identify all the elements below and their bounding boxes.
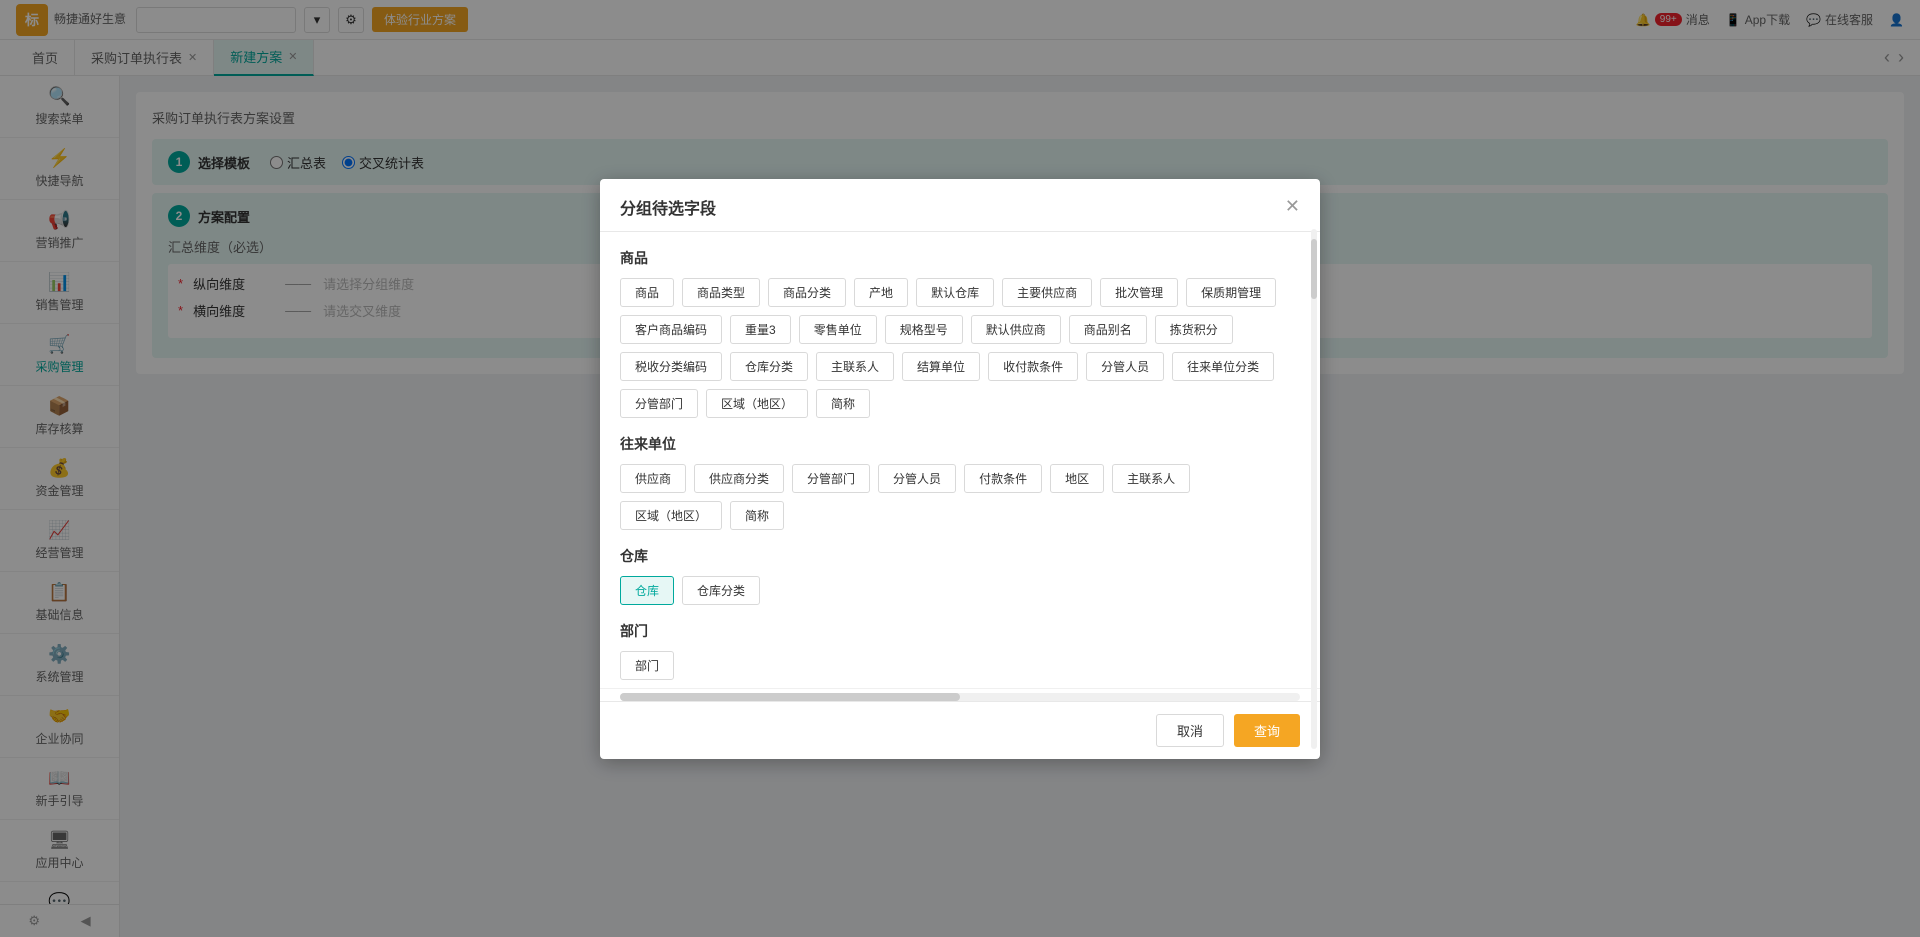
field-tag[interactable]: 分管人员 bbox=[1086, 352, 1164, 381]
dialog-scrollbar-v[interactable] bbox=[1311, 229, 1317, 749]
dialog-scrollbar-h-thumb bbox=[620, 693, 960, 701]
field-tag[interactable]: 产地 bbox=[854, 278, 908, 307]
dialog-scrollbar-v-thumb bbox=[1311, 239, 1317, 299]
field-tag[interactable]: 保质期管理 bbox=[1186, 278, 1276, 307]
field-tag[interactable]: 默认供应商 bbox=[971, 315, 1061, 344]
dialog-scrollbar-h[interactable] bbox=[620, 693, 1300, 701]
field-tag[interactable]: 付款条件 bbox=[964, 464, 1042, 493]
field-tag[interactable]: 主联系人 bbox=[816, 352, 894, 381]
field-tag[interactable]: 分管人员 bbox=[878, 464, 956, 493]
section-partner-fields: 供应商 供应商分类 分管部门 分管人员 付款条件 地区 主联系人 区域（地区） … bbox=[620, 464, 1300, 530]
field-tag[interactable]: 商品分类 bbox=[768, 278, 846, 307]
field-tag[interactable]: 主联系人 bbox=[1112, 464, 1190, 493]
section-goods-fields: 商品 商品类型 商品分类 产地 默认仓库 主要供应商 批次管理 保质期管理 客户… bbox=[620, 278, 1300, 418]
confirm-button[interactable]: 查询 bbox=[1234, 714, 1300, 747]
section-warehouse-title: 仓库 bbox=[620, 546, 1300, 566]
field-tag[interactable]: 规格型号 bbox=[885, 315, 963, 344]
field-tag[interactable]: 主要供应商 bbox=[1002, 278, 1092, 307]
dialog-header: 分组待选字段 ✕ bbox=[600, 179, 1320, 232]
field-tag[interactable]: 仓库分类 bbox=[730, 352, 808, 381]
dialog-close-btn[interactable]: ✕ bbox=[1285, 196, 1300, 217]
section-dept-fields: 部门 bbox=[620, 651, 1300, 680]
field-tag[interactable]: 区域（地区） bbox=[620, 501, 722, 530]
cancel-button[interactable]: 取消 bbox=[1156, 714, 1224, 747]
field-tag[interactable]: 拣货积分 bbox=[1155, 315, 1233, 344]
section-goods-title: 商品 bbox=[620, 248, 1300, 268]
field-tag[interactable]: 供应商 bbox=[620, 464, 686, 493]
dialog-body: 商品 商品 商品类型 商品分类 产地 默认仓库 主要供应商 批次管理 保质期管理… bbox=[600, 232, 1320, 688]
field-tag[interactable]: 仓库分类 bbox=[682, 576, 760, 605]
field-tag[interactable]: 商品别名 bbox=[1069, 315, 1147, 344]
dialog-title: 分组待选字段 bbox=[620, 195, 716, 219]
field-tag[interactable]: 结算单位 bbox=[902, 352, 980, 381]
dialog-footer: 取消 查询 bbox=[600, 701, 1320, 759]
dialog-overlay: 分组待选字段 ✕ 商品 商品 商品类型 商品分类 产地 默认仓库 主要供应商 批… bbox=[0, 0, 1920, 937]
field-tag[interactable]: 重量3 bbox=[730, 315, 791, 344]
field-tag[interactable]: 零售单位 bbox=[799, 315, 877, 344]
field-tag[interactable]: 供应商分类 bbox=[694, 464, 784, 493]
field-tag[interactable]: 商品 bbox=[620, 278, 674, 307]
section-warehouse-fields: 仓库 仓库分类 bbox=[620, 576, 1300, 605]
dialog-scrollbar-h-container bbox=[600, 688, 1320, 701]
field-tag[interactable]: 收付款条件 bbox=[988, 352, 1078, 381]
field-select-dialog: 分组待选字段 ✕ 商品 商品 商品类型 商品分类 产地 默认仓库 主要供应商 批… bbox=[600, 179, 1320, 759]
field-tag[interactable]: 税收分类编码 bbox=[620, 352, 722, 381]
field-tag[interactable]: 简称 bbox=[816, 389, 870, 418]
field-tag[interactable]: 批次管理 bbox=[1100, 278, 1178, 307]
field-tag[interactable]: 地区 bbox=[1050, 464, 1104, 493]
section-dept-title: 部门 bbox=[620, 621, 1300, 641]
section-partner-title: 往来单位 bbox=[620, 434, 1300, 454]
field-tag[interactable]: 默认仓库 bbox=[916, 278, 994, 307]
field-tag-warehouse[interactable]: 仓库 bbox=[620, 576, 674, 605]
field-tag[interactable]: 分管部门 bbox=[620, 389, 698, 418]
field-tag[interactable]: 商品类型 bbox=[682, 278, 760, 307]
field-tag[interactable]: 往来单位分类 bbox=[1172, 352, 1274, 381]
field-tag[interactable]: 客户商品编码 bbox=[620, 315, 722, 344]
field-tag[interactable]: 分管部门 bbox=[792, 464, 870, 493]
field-tag[interactable]: 区域（地区） bbox=[706, 389, 808, 418]
field-tag[interactable]: 简称 bbox=[730, 501, 784, 530]
field-tag[interactable]: 部门 bbox=[620, 651, 674, 680]
